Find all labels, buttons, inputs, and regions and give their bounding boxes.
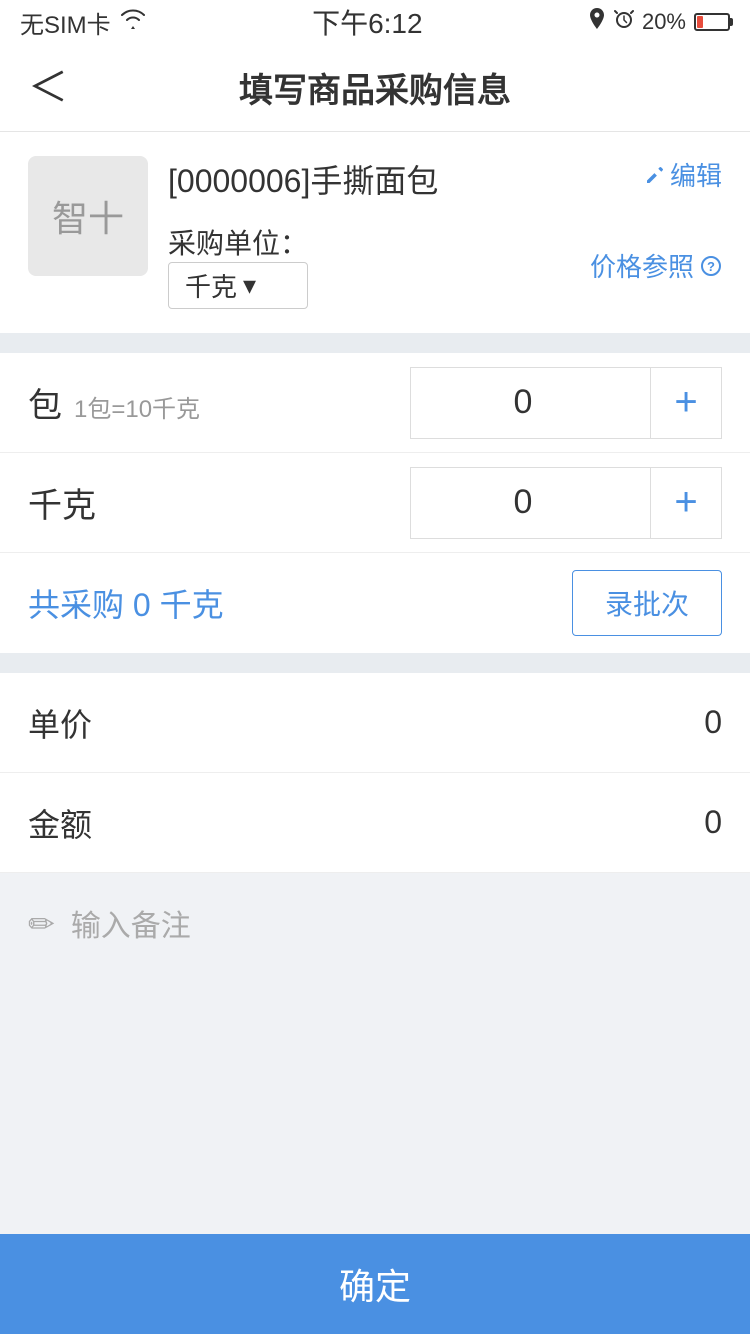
unit-value: 千克	[185, 267, 237, 304]
input-control-kg: +	[410, 467, 722, 539]
input-label-kg: 千克	[28, 478, 410, 527]
unit-dropdown[interactable]: 千克 ▾	[168, 262, 308, 309]
info-value-price: 0	[704, 704, 722, 741]
status-time: 下午6:12	[312, 2, 423, 42]
summary-row: 共采购 0 千克 录批次	[0, 553, 750, 653]
remark-section[interactable]: ✏ 输入备注	[0, 873, 750, 1213]
info-section: 单价 0 金额 0	[0, 673, 750, 873]
back-button[interactable]: ＜	[28, 68, 68, 108]
location-icon	[588, 8, 606, 36]
plus-btn-bao[interactable]: +	[650, 367, 722, 439]
section-divider-1	[0, 333, 750, 353]
input-row-kg: 千克 +	[0, 453, 750, 553]
info-label-amount: 金额	[28, 800, 92, 846]
price-ref-label: 价格参照	[590, 247, 694, 284]
batch-button[interactable]: 录批次	[572, 570, 722, 636]
main-content: ＜ 填写商品采购信息 智十 [0000006]手撕面包 编辑 采购单位： 千克 …	[0, 44, 750, 1313]
info-row-price: 单价 0	[0, 673, 750, 773]
plus-btn-kg[interactable]: +	[650, 467, 722, 539]
info-value-amount: 0	[704, 804, 722, 841]
status-right: 20%	[588, 8, 730, 36]
confirm-button[interactable]: 确定	[0, 1234, 750, 1334]
summary-text: 共采购 0 千克	[28, 580, 224, 626]
input-row-bao: 包 1包=10千克 +	[0, 353, 750, 453]
input-control-bao: +	[410, 367, 722, 439]
product-image: 智十	[28, 156, 148, 276]
pencil-icon: ✏	[28, 905, 55, 943]
summary-unit-value: 千克	[160, 587, 224, 623]
product-logo-text: 智十	[52, 190, 124, 242]
info-row-amount: 金额 0	[0, 773, 750, 873]
purchase-unit-label: 采购单位：	[168, 228, 308, 259]
price-ref-button[interactable]: 价格参照 ?	[590, 247, 722, 284]
purchase-unit-row: 采购单位： 千克 ▾ 价格参照 ?	[168, 222, 722, 309]
svg-text:?: ?	[707, 259, 715, 274]
edit-button[interactable]: 编辑	[644, 156, 722, 193]
carrier-text: 无SIM卡	[20, 5, 111, 40]
input-label-bao: 包 1包=10千克	[28, 378, 410, 427]
wifi-icon	[119, 8, 147, 37]
battery-text: 20%	[642, 9, 686, 35]
product-info: [0000006]手撕面包 编辑 采购单位： 千克 ▾ 价格参照 ?	[168, 156, 722, 309]
product-card: 智十 [0000006]手撕面包 编辑 采购单位： 千克 ▾	[0, 132, 750, 333]
alarm-icon	[614, 8, 634, 36]
battery-icon	[694, 13, 730, 31]
qty-input-bao[interactable]	[410, 367, 650, 439]
purchase-unit-group: 采购单位： 千克 ▾	[168, 222, 308, 309]
summary-amount-value: 0	[133, 587, 151, 623]
summary-prefix: 共采购	[28, 587, 124, 623]
remark-placeholder: 输入备注	[71, 901, 191, 945]
info-label-price: 单价	[28, 700, 92, 746]
status-left: 无SIM卡	[20, 5, 147, 40]
nav-bar: ＜ 填写商品采购信息	[0, 44, 750, 132]
product-name: [0000006]手撕面包	[168, 156, 438, 202]
input-section: 包 1包=10千克 + 千克 + 共采购 0	[0, 353, 750, 653]
product-header: [0000006]手撕面包 编辑	[168, 156, 722, 202]
label-bao-main: 包	[28, 378, 62, 427]
dropdown-arrow-icon: ▾	[243, 270, 256, 301]
label-bao-sub: 1包=10千克	[74, 389, 200, 424]
edit-label: 编辑	[670, 156, 722, 193]
page-title: 填写商品采购信息	[239, 63, 511, 112]
section-divider-2	[0, 653, 750, 673]
label-kg-main: 千克	[28, 478, 96, 527]
status-bar: 无SIM卡 下午6:12 20%	[0, 0, 750, 44]
qty-input-kg[interactable]	[410, 467, 650, 539]
